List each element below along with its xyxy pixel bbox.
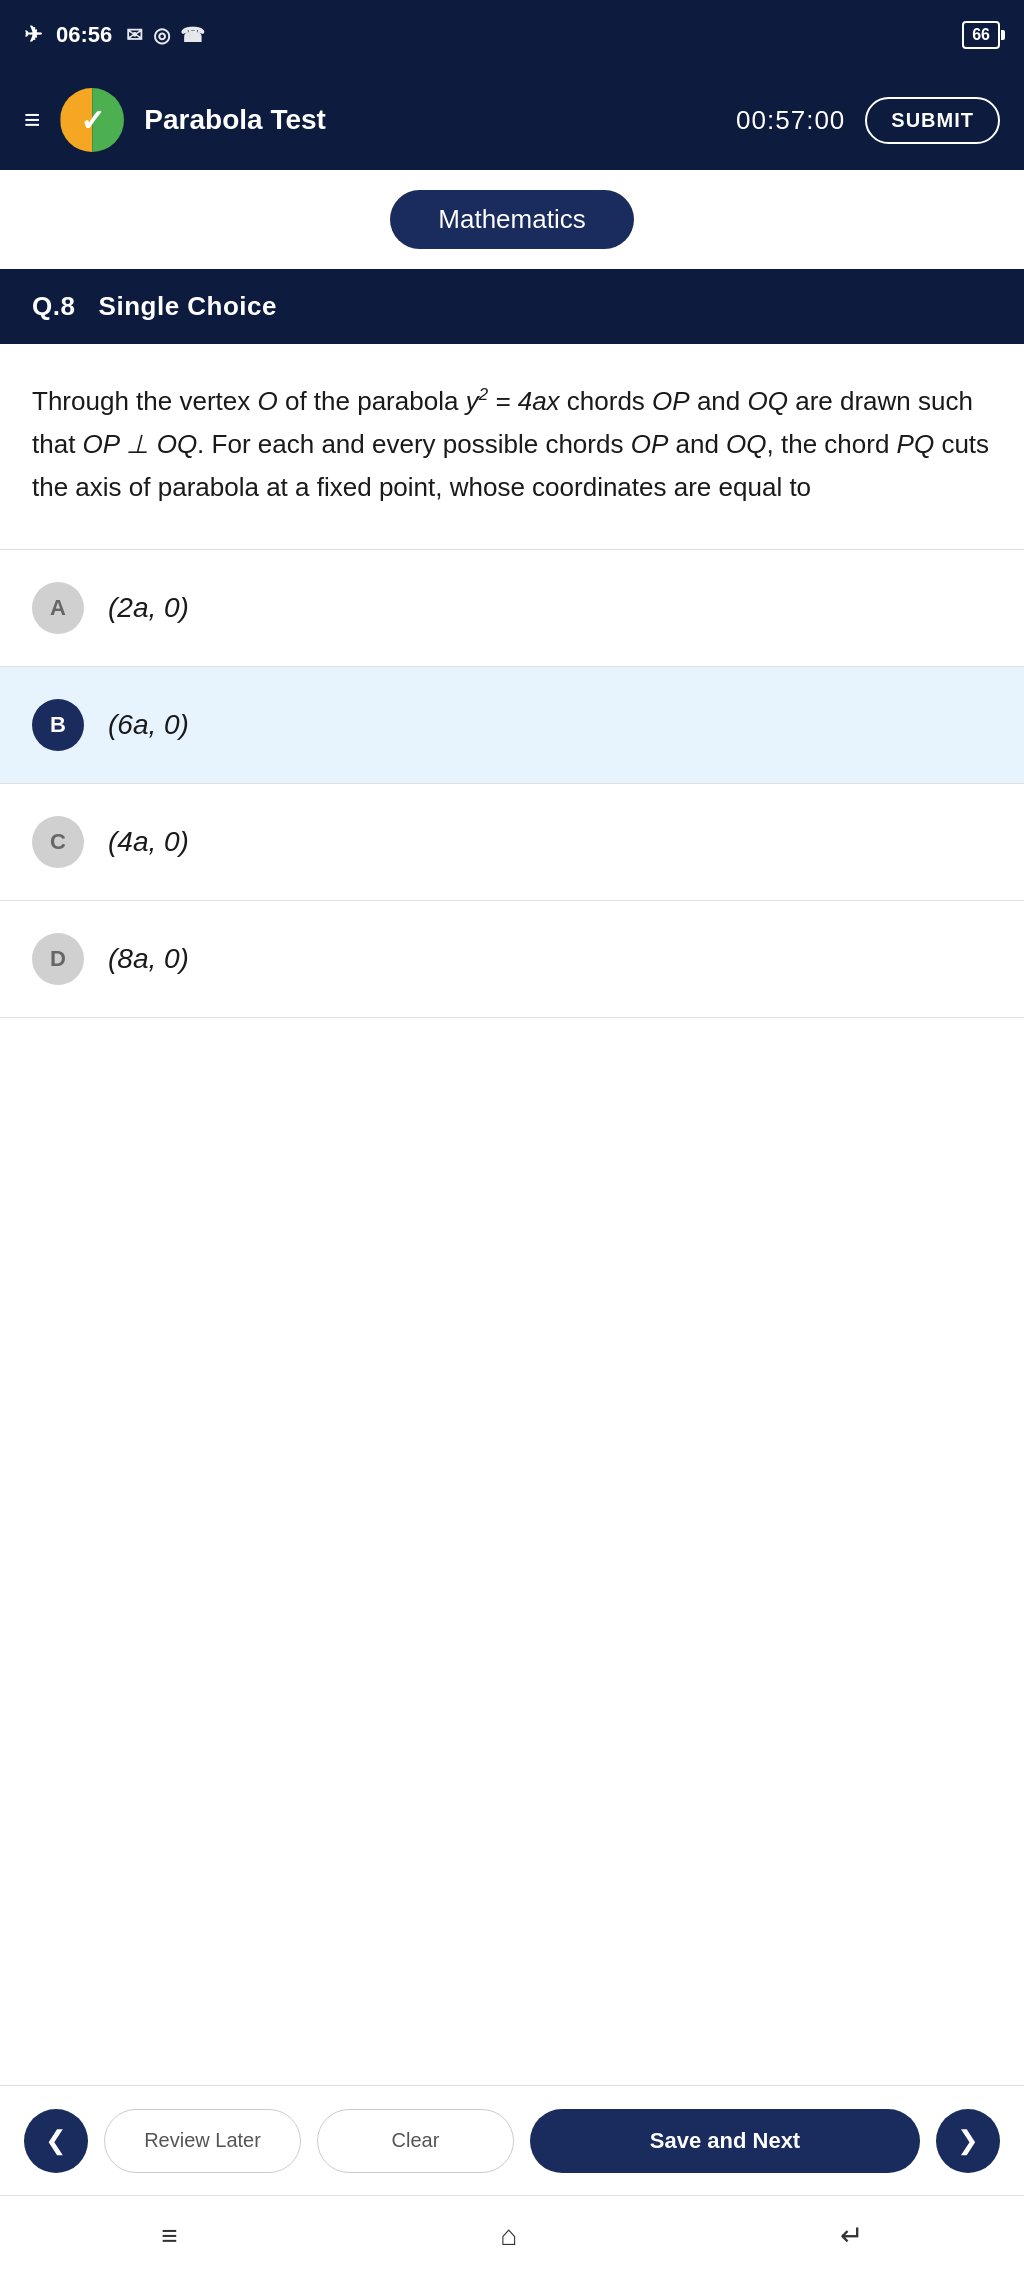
menu-icon[interactable]: ≡	[24, 106, 40, 134]
bottom-nav: ❮ Review Later Clear Save and Next ❯	[0, 2085, 1024, 2195]
options-container: A (2a, 0) B (6a, 0) C (4a, 0) D (8a, 0)	[0, 550, 1024, 1552]
app-title: Parabola Test	[144, 104, 716, 136]
option-d-circle: D	[32, 933, 84, 985]
save-next-button[interactable]: Save and Next	[530, 2109, 920, 2173]
time-display: 06:56	[56, 22, 112, 48]
submit-button[interactable]: SUBMIT	[865, 97, 1000, 144]
phone-icon: ☎	[180, 23, 205, 47]
status-time: ✈ 06:56 ✉ ◎ ☎	[24, 22, 205, 48]
option-a-text: (2a, 0)	[108, 592, 189, 624]
option-c[interactable]: C (4a, 0)	[0, 784, 1024, 901]
airplane-icon: ✈	[24, 22, 42, 48]
app-header: ≡ ✓ Parabola Test 00:57:00 SUBMIT	[0, 70, 1024, 170]
question-header: Q.8 Single Choice	[0, 269, 1024, 344]
system-back-icon[interactable]: ↵	[840, 2219, 863, 2252]
question-type: Single Choice	[99, 291, 277, 321]
question-body: Through the vertex O of the parabola y2 …	[0, 344, 1024, 550]
timer-display: 00:57:00	[736, 105, 845, 136]
battery-indicator: 66	[962, 21, 1000, 49]
review-later-button[interactable]: Review Later	[104, 2109, 301, 2173]
content-spacer	[0, 1551, 1024, 2085]
prev-button[interactable]: ❮	[24, 2109, 88, 2173]
option-b-text: (6a, 0)	[108, 709, 189, 741]
whatsapp-icon: ◎	[153, 23, 170, 47]
next-button[interactable]: ❯	[936, 2109, 1000, 2173]
clear-button[interactable]: Clear	[317, 2109, 514, 2173]
status-icons: ✉ ◎ ☎	[126, 23, 205, 47]
option-a[interactable]: A (2a, 0)	[0, 550, 1024, 667]
question-text: Through the vertex O of the parabola y2 …	[32, 380, 992, 509]
subject-container: Mathematics	[0, 170, 1024, 269]
option-b-circle: B	[32, 699, 84, 751]
system-menu-icon[interactable]: ≡	[161, 2220, 177, 2252]
subject-tag: Mathematics	[390, 190, 633, 249]
option-c-circle: C	[32, 816, 84, 868]
option-a-circle: A	[32, 582, 84, 634]
option-b[interactable]: B (6a, 0)	[0, 667, 1024, 784]
option-c-text: (4a, 0)	[108, 826, 189, 858]
system-nav-bar: ≡ ⌂ ↵	[0, 2195, 1024, 2275]
option-d-text: (8a, 0)	[108, 943, 189, 975]
system-home-icon[interactable]: ⌂	[500, 2220, 517, 2252]
status-bar: ✈ 06:56 ✉ ◎ ☎ 66	[0, 0, 1024, 70]
email-icon: ✉	[126, 23, 143, 47]
app-logo: ✓	[60, 88, 124, 152]
option-d[interactable]: D (8a, 0)	[0, 901, 1024, 1018]
question-number: Q.8	[32, 291, 75, 321]
